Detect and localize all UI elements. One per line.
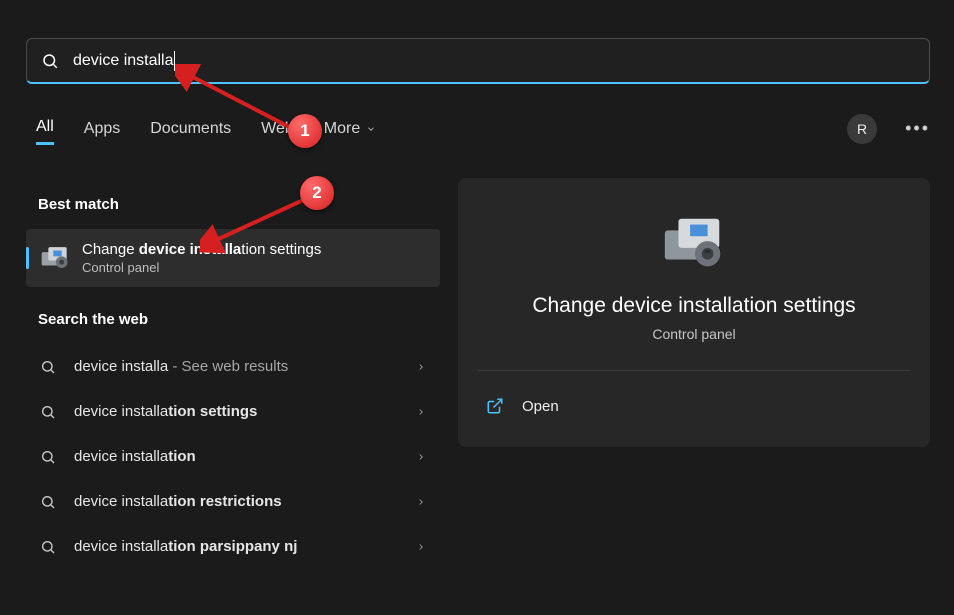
tab-more-label: More <box>324 120 360 138</box>
action-open-label: Open <box>522 398 559 415</box>
web-result-text: device installation restrictions <box>74 493 416 510</box>
web-result-text: device installation <box>74 448 416 465</box>
chevron-right-icon <box>416 362 426 372</box>
wr1-bold: tion settings <box>168 403 257 420</box>
bm-title-prefix: Change <box>82 241 139 258</box>
search-icon <box>40 449 56 465</box>
text-caret <box>174 51 175 71</box>
search-icon <box>40 404 56 420</box>
results-column: Best match Change device installation se… <box>26 180 440 569</box>
tab-web[interactable]: Web <box>261 114 294 144</box>
bm-title-suffix: tion settings <box>241 241 321 258</box>
open-link-icon <box>486 397 504 415</box>
device-settings-large-icon <box>659 214 729 274</box>
chevron-right-icon <box>416 497 426 507</box>
chevron-right-icon <box>416 407 426 417</box>
best-match-title: Change device installation settings <box>82 241 426 258</box>
search-icon <box>40 539 56 555</box>
web-result-0[interactable]: device installa - See web results <box>26 344 440 389</box>
tab-all[interactable]: All <box>36 112 54 145</box>
wr0-suffix: - See web results <box>168 358 288 375</box>
action-open[interactable]: Open <box>478 385 910 427</box>
tab-apps[interactable]: Apps <box>84 114 120 144</box>
best-match-text: Change device installation settings Cont… <box>82 241 426 275</box>
more-options-icon[interactable]: ••• <box>905 118 930 139</box>
preview-title: Change device installation settings <box>478 294 910 318</box>
tabs-row: All Apps Documents Web More R ••• <box>36 112 930 145</box>
wr3-prefix: device installa <box>74 493 168 510</box>
user-avatar[interactable]: R <box>847 114 877 144</box>
web-result-text: device installa - See web results <box>74 358 416 375</box>
web-result-4[interactable]: device installation parsippany nj <box>26 524 440 569</box>
wr1-prefix: device installa <box>74 403 168 420</box>
device-settings-icon <box>40 245 70 271</box>
web-result-3[interactable]: device installation restrictions <box>26 479 440 524</box>
search-bar[interactable]: device installa <box>26 38 930 84</box>
preview-divider <box>478 370 910 371</box>
tabs-right-group: R ••• <box>847 114 930 144</box>
wr3-bold: tion restrictions <box>168 493 281 510</box>
best-match-result[interactable]: Change device installation settings Cont… <box>26 229 440 287</box>
web-result-text: device installation parsippany nj <box>74 538 416 555</box>
web-result-text: device installation settings <box>74 403 416 420</box>
bm-title-bold: device installa <box>139 241 242 258</box>
tab-documents[interactable]: Documents <box>150 114 231 144</box>
chevron-right-icon <box>416 452 426 462</box>
wr4-bold: tion parsippany nj <box>168 538 297 555</box>
best-match-header: Best match <box>38 196 440 213</box>
user-initial: R <box>857 121 867 137</box>
best-match-subtitle: Control panel <box>82 260 426 275</box>
tab-more[interactable]: More <box>324 114 376 144</box>
web-result-2[interactable]: device installation <box>26 434 440 479</box>
chevron-right-icon <box>416 542 426 552</box>
web-result-1[interactable]: device installation settings <box>26 389 440 434</box>
preview-subtitle: Control panel <box>478 326 910 342</box>
chevron-down-icon <box>366 124 376 134</box>
search-icon <box>41 52 59 70</box>
wr2-prefix: device installa <box>74 448 168 465</box>
search-icon <box>40 359 56 375</box>
preview-pane: Change device installation settings Cont… <box>458 178 930 447</box>
search-input-text[interactable]: device installa <box>73 52 174 70</box>
search-icon <box>40 494 56 510</box>
wr0-text: device installa <box>74 358 168 375</box>
wr2-bold: tion <box>168 448 196 465</box>
wr4-prefix: device installa <box>74 538 168 555</box>
search-web-header: Search the web <box>38 311 440 328</box>
